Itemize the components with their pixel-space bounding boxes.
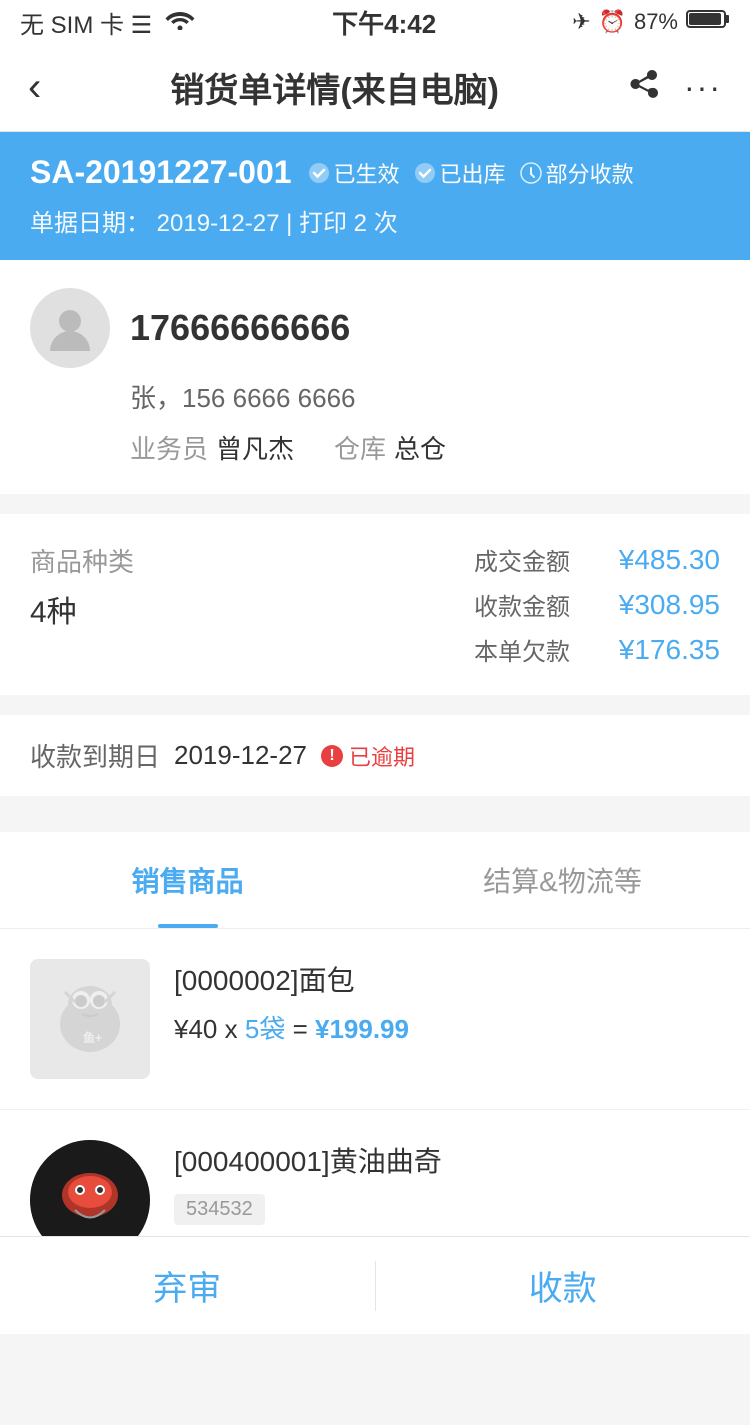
status-bar: 无 SIM 卡 ☰ 下午4:42 ✈ ⏰ 87% [0,0,750,44]
svg-text:鱼+: 鱼+ [83,1030,102,1045]
order-id: SA-20191227-001 [30,154,292,191]
category-label: 商品种类 [30,542,134,579]
product-thumbnail-1: 鱼+ [30,959,150,1079]
back-button[interactable]: ‹ [28,65,41,110]
status-bar-right: ✈ ⏰ 87% [572,8,730,36]
page-title: 销货单详情(来自电脑) [170,63,499,112]
customer-contact: 张，156 6666 6666 [130,378,720,415]
warehouse-info: 仓库 总仓 [334,429,446,466]
product-price-1: ¥40 x 5袋 = ¥199.99 [174,1009,720,1046]
more-icon[interactable]: ··· [684,69,722,106]
category-value: 4种 [30,587,134,631]
product-badge-2: 534532 [174,1194,265,1225]
due-date-value: 2019-12-27 [174,740,307,771]
status-shipped: 已出库 [414,157,506,189]
status-bar-time: 下午4:42 [332,4,436,41]
wifi-icon [164,8,196,37]
sim-status: 无 SIM 卡 ☰ [20,5,152,40]
stats-section: 商品种类 4种 成交金额 ¥485.30 收款金额 ¥308.95 本单欠款 ¥… [0,514,750,695]
tabs-section: 销售商品 结算&物流等 [0,832,750,929]
divider-2 [0,695,750,715]
order-header: SA-20191227-001 已生效 已出库 部分收款 单据日期： 2019-… [0,132,750,260]
battery-icon [686,8,730,36]
tabs-row: 销售商品 结算&物流等 [0,832,750,929]
salesman-info: 业务员 曾凡杰 [130,429,294,466]
status-partial-payment: 部分收款 [520,157,634,189]
divider-3 [0,796,750,816]
divider-1 [0,494,750,514]
product-name-2: [000400001]黄油曲奇 [174,1140,720,1180]
customer-avatar [30,288,110,368]
nav-bar: ‹ 销货单详情(来自电脑) ··· [0,44,750,132]
abandon-review-button[interactable]: 弃审 [0,1237,375,1334]
tab-sales-products[interactable]: 销售商品 [0,832,375,928]
collect-payment-button[interactable]: 收款 [376,1237,750,1334]
customer-phone: 17666666666 [130,307,350,349]
amount-stats: 成交金额 ¥485.30 收款金额 ¥308.95 本单欠款 ¥176.35 [474,542,720,667]
product-name-1: [0000002]面包 [174,959,720,999]
status-bar-left: 无 SIM 卡 ☰ [20,5,196,40]
alarm-icon: ⏰ [599,9,626,35]
battery-level: 87% [634,9,678,35]
due-label: 收款到期日 [30,737,160,774]
product-info-1: [0000002]面包 ¥40 x 5袋 = ¥199.99 [174,959,720,1046]
customer-section: 17666666666 张，156 6666 6666 业务员 曾凡杰 仓库 总… [0,260,750,494]
location-icon: ✈ [572,9,590,35]
status-effective: 已生效 [308,157,400,189]
order-date-info: 单据日期： 2019-12-27 | 打印 2 次 [30,203,720,238]
status-tags: 已生效 已出库 部分收款 [308,157,634,189]
overdue-badge: ! 已逾期 [321,740,415,772]
overdue-dot-icon: ! [321,745,343,767]
due-date-section: 收款到期日 2019-12-27 ! 已逾期 [0,715,750,796]
tab-settlement-logistics[interactable]: 结算&物流等 [375,832,750,928]
share-icon[interactable] [628,68,660,107]
list-item: 鱼+ [0000002]面包 ¥40 x 5袋 = ¥199.99 [0,929,750,1110]
customer-meta: 业务员 曾凡杰 仓库 总仓 [130,429,720,466]
bottom-bar: 弃审 收款 [0,1236,750,1334]
